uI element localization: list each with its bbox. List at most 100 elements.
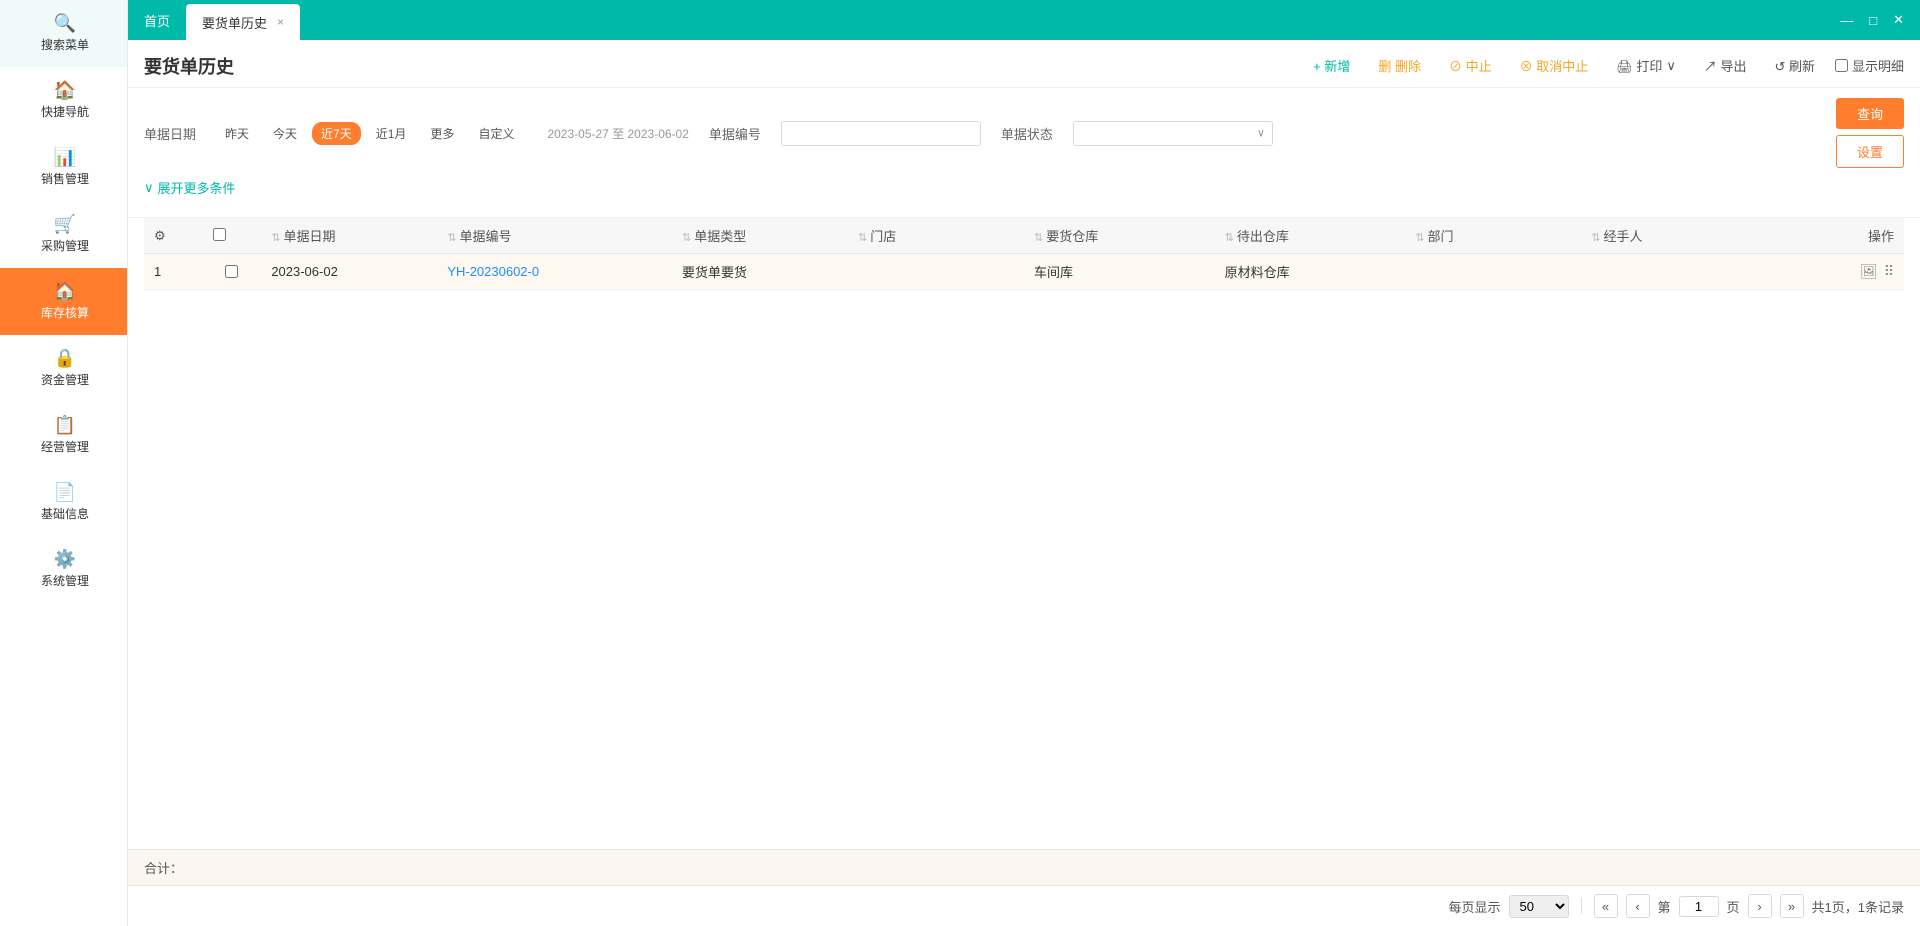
page-label: 页 xyxy=(1727,897,1740,916)
sidebar-item-inventory-label: 库存核算 xyxy=(41,304,89,321)
expand-filter-button[interactable]: ∨ 展开更多条件 xyxy=(144,174,236,201)
new-button[interactable]: + 新增 xyxy=(1305,52,1358,79)
row-edit-icon[interactable]: 🖼 xyxy=(1860,263,1878,280)
next-page-button[interactable]: › xyxy=(1748,894,1772,918)
th-handler[interactable]: 经手人 xyxy=(1581,218,1786,254)
date-range-buttons: 昨天 今天 近7天 近1月 更多 自定义 xyxy=(216,122,523,145)
status-select[interactable] xyxy=(1073,121,1273,146)
print-dropdown-icon[interactable]: ∨ xyxy=(1666,58,1676,74)
sidebar-item-operations[interactable]: 📋 经营管理 xyxy=(0,402,127,469)
footer-summary: 合计： xyxy=(128,850,1920,886)
filter-area: 单据日期 昨天 今天 近7天 近1月 更多 自定义 2023-05-27 至 2… xyxy=(128,88,1920,218)
sidebar-item-purchase[interactable]: 🛒 采购管理 xyxy=(0,201,127,268)
date-more-btn[interactable]: 更多 xyxy=(421,122,463,145)
status-filter-label: 单据状态 xyxy=(1001,124,1053,143)
query-button[interactable]: 查询 xyxy=(1836,98,1904,129)
row-type: 要货单要货 xyxy=(672,254,848,290)
home-icon: 🏠 xyxy=(54,81,76,99)
main-area: 首页 要货单历史 × — □ ✕ 要货单历史 + 新增 删 删除 ⊘ 中止 ⊗ … xyxy=(128,0,1920,926)
table-row: 1 2023-06-02 YH-20230602-0 要货单要货 车间库 原材料… xyxy=(144,254,1904,290)
row-docno[interactable]: YH-20230602-0 xyxy=(437,254,672,290)
row-req-warehouse: 车间库 xyxy=(1024,254,1215,290)
content-area: 要货单历史 + 新增 删 删除 ⊘ 中止 ⊗ 取消中止 🖨 打印 ∨ ↗ 导出 … xyxy=(128,40,1920,926)
docno-input[interactable] xyxy=(781,121,981,146)
page-size-select[interactable]: 50 10 20 100 xyxy=(1509,895,1569,918)
sidebar-item-search[interactable]: 🔍 搜索菜单 xyxy=(0,0,127,67)
date-today-btn[interactable]: 今天 xyxy=(264,122,306,145)
sidebar-item-purchase-label: 采购管理 xyxy=(41,237,89,254)
last-page-button[interactable]: » xyxy=(1780,894,1804,918)
sidebar-item-sales-label: 销售管理 xyxy=(41,170,89,187)
stop-button[interactable]: ⊘ 中止 xyxy=(1441,52,1500,79)
table-area: ⚙ 单据日期 单据编号 单据类型 门店 要货仓库 待出仓库 部门 经手人 操作 xyxy=(128,218,1920,849)
row-checkbox[interactable] xyxy=(225,265,238,278)
refresh-button[interactable]: ↺ 刷新 xyxy=(1766,52,1823,79)
purchase-icon: 🛒 xyxy=(54,215,76,233)
table-header-row: ⚙ 单据日期 单据编号 单据类型 门店 要货仓库 待出仓库 部门 经手人 操作 xyxy=(144,218,1904,254)
delete-button[interactable]: 删 删除 xyxy=(1370,52,1429,79)
display-detail-check[interactable]: 显示明细 xyxy=(1835,56,1904,75)
filter-row-expand: ∨ 展开更多条件 xyxy=(144,174,1904,201)
pagination-divider xyxy=(1581,898,1582,914)
date-last1month-btn[interactable]: 近1月 xyxy=(367,122,416,145)
row-checkbox-cell[interactable] xyxy=(203,254,262,290)
sidebar-item-quicknav[interactable]: 🏠 快捷导航 xyxy=(0,67,127,134)
close-window-button[interactable]: ✕ xyxy=(1893,12,1904,28)
tab-home-label: 首页 xyxy=(144,11,170,30)
sidebar-item-system[interactable]: ⚙️ 系统管理 xyxy=(0,536,127,603)
tab-close-icon[interactable]: × xyxy=(277,15,284,29)
finance-icon: 🔒 xyxy=(54,349,76,367)
th-docno[interactable]: 单据编号 xyxy=(437,218,672,254)
settings-button[interactable]: 设置 xyxy=(1836,135,1904,168)
data-table: ⚙ 单据日期 单据编号 单据类型 门店 要货仓库 待出仓库 部门 经手人 操作 xyxy=(144,218,1904,290)
th-type[interactable]: 单据类型 xyxy=(672,218,848,254)
maximize-button[interactable]: □ xyxy=(1869,13,1877,28)
date-custom-btn[interactable]: 自定义 xyxy=(469,122,523,145)
print-button[interactable]: 🖨 打印 ∨ xyxy=(1608,52,1684,79)
sidebar-item-sales[interactable]: 📊 销售管理 xyxy=(0,134,127,201)
sidebar-item-basicinfo[interactable]: 📄 基础信息 xyxy=(0,469,127,536)
display-detail-checkbox[interactable] xyxy=(1835,59,1848,72)
sidebar-item-basicinfo-label: 基础信息 xyxy=(41,505,89,522)
row-pending-warehouse: 原材料仓库 xyxy=(1215,254,1406,290)
search-icon: 🔍 xyxy=(54,14,76,32)
tab-home[interactable]: 首页 xyxy=(128,0,186,40)
prev-page-button[interactable]: ‹ xyxy=(1626,894,1650,918)
th-check[interactable] xyxy=(203,218,262,254)
toolbar: + 新增 删 删除 ⊘ 中止 ⊗ 取消中止 🖨 打印 ∨ ↗ 导出 ↺ 刷新 显… xyxy=(1305,52,1904,79)
footer: 合计： 每页显示 50 10 20 100 « ‹ 第 页 › » 共1页，1条… xyxy=(128,849,1920,926)
sidebar: 🔍 搜索菜单 🏠 快捷导航 📊 销售管理 🛒 采购管理 🏠 库存核算 🔒 资金管… xyxy=(0,0,128,926)
th-date[interactable]: 单据日期 xyxy=(261,218,437,254)
sidebar-item-search-label: 搜索菜单 xyxy=(41,36,89,53)
page-number-input[interactable] xyxy=(1679,896,1719,917)
docno-link[interactable]: YH-20230602-0 xyxy=(447,264,539,279)
sidebar-item-inventory[interactable]: 🏠 库存核算 xyxy=(0,268,127,335)
expand-label: 展开更多条件 xyxy=(158,178,236,197)
tab-active[interactable]: 要货单历史 × xyxy=(186,4,300,40)
page-header: 要货单历史 + 新增 删 删除 ⊘ 中止 ⊗ 取消中止 🖨 打印 ∨ ↗ 导出 … xyxy=(128,40,1920,88)
cancel-stop-button[interactable]: ⊗ 取消中止 xyxy=(1512,52,1597,79)
th-action: 操作 xyxy=(1787,218,1904,254)
date-last7days-btn[interactable]: 近7天 xyxy=(312,122,361,145)
first-page-button[interactable]: « xyxy=(1594,894,1618,918)
minimize-button[interactable]: — xyxy=(1840,13,1853,28)
th-settings[interactable]: ⚙ xyxy=(144,218,203,254)
th-store[interactable]: 门店 xyxy=(848,218,1024,254)
page-title: 要货单历史 xyxy=(144,53,234,79)
sidebar-item-finance-label: 资金管理 xyxy=(41,371,89,388)
window-controls: — □ ✕ xyxy=(1840,12,1920,28)
action-buttons: 查询 设置 xyxy=(1836,98,1904,168)
sidebar-item-finance[interactable]: 🔒 资金管理 xyxy=(0,335,127,402)
top-bar: 首页 要货单历史 × — □ ✕ xyxy=(128,0,1920,40)
th-req-warehouse[interactable]: 要货仓库 xyxy=(1024,218,1215,254)
select-all-checkbox[interactable] xyxy=(213,228,226,241)
docno-filter-label: 单据编号 xyxy=(709,124,761,143)
row-more-icon[interactable]: ⠿ xyxy=(1884,263,1894,280)
sidebar-item-system-label: 系统管理 xyxy=(41,572,89,589)
export-button[interactable]: ↗ 导出 xyxy=(1696,52,1755,79)
row-date: 2023-06-02 xyxy=(261,254,437,290)
inventory-icon: 🏠 xyxy=(54,282,76,300)
date-yesterday-btn[interactable]: 昨天 xyxy=(216,122,258,145)
th-pending-warehouse[interactable]: 待出仓库 xyxy=(1215,218,1406,254)
th-dept[interactable]: 部门 xyxy=(1405,218,1581,254)
